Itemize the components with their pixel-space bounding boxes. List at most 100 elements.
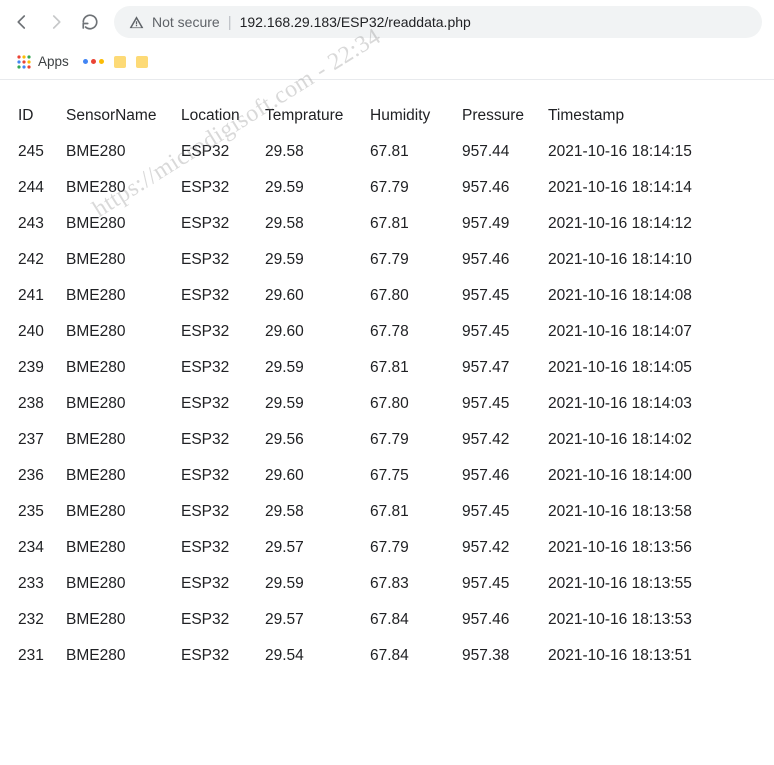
reload-button[interactable] (80, 12, 100, 32)
header-temperature: Temprature (265, 98, 370, 134)
cell-temperature: 29.54 (265, 638, 370, 674)
cell-pressure: 957.45 (462, 278, 548, 314)
cell-sensorname: BME280 (66, 602, 181, 638)
cell-temperature: 29.59 (265, 566, 370, 602)
table-row: 239BME280ESP3229.5967.81957.472021-10-16… (18, 350, 756, 386)
cell-sensorname: BME280 (66, 530, 181, 566)
cell-sensorname: BME280 (66, 638, 181, 674)
cell-sensorname: BME280 (66, 278, 181, 314)
cell-timestamp: 2021-10-16 18:14:08 (548, 278, 756, 314)
table-row: 242BME280ESP3229.5967.79957.462021-10-16… (18, 242, 756, 278)
cell-temperature: 29.57 (265, 602, 370, 638)
cell-sensorname: BME280 (66, 494, 181, 530)
cell-sensorname: BME280 (66, 458, 181, 494)
table-row: 236BME280ESP3229.6067.75957.462021-10-16… (18, 458, 756, 494)
header-location: Location (181, 98, 265, 134)
cell-sensorname: BME280 (66, 386, 181, 422)
cell-location: ESP32 (181, 242, 265, 278)
address-bar[interactable]: Not secure | 192.168.29.183/ESP32/readda… (114, 6, 762, 38)
cell-temperature: 29.60 (265, 278, 370, 314)
cell-temperature: 29.59 (265, 350, 370, 386)
cell-pressure: 957.45 (462, 314, 548, 350)
cell-temperature: 29.58 (265, 494, 370, 530)
back-button[interactable] (12, 12, 32, 32)
cell-humidity: 67.84 (370, 602, 462, 638)
cell-timestamp: 2021-10-16 18:14:14 (548, 170, 756, 206)
cell-temperature: 29.59 (265, 386, 370, 422)
apps-button[interactable]: Apps (12, 52, 73, 72)
cell-sensorname: BME280 (66, 566, 181, 602)
url-text: 192.168.29.183/ESP32/readdata.php (240, 14, 471, 30)
cell-humidity: 67.79 (370, 242, 462, 278)
table-row: 241BME280ESP3229.6067.80957.452021-10-16… (18, 278, 756, 314)
browser-toolbar: Not secure | 192.168.29.183/ESP32/readda… (0, 0, 774, 44)
cell-id: 238 (18, 386, 66, 422)
cell-location: ESP32 (181, 566, 265, 602)
dot-icon (91, 59, 96, 64)
cell-location: ESP32 (181, 458, 265, 494)
folder-icon (114, 56, 126, 68)
cell-timestamp: 2021-10-16 18:13:56 (548, 530, 756, 566)
cell-sensorname: BME280 (66, 206, 181, 242)
cell-humidity: 67.81 (370, 206, 462, 242)
cell-humidity: 67.80 (370, 386, 462, 422)
cell-id: 237 (18, 422, 66, 458)
cell-location: ESP32 (181, 170, 265, 206)
cell-temperature: 29.58 (265, 206, 370, 242)
dot-icon (99, 59, 104, 64)
header-sensorname: SensorName (66, 98, 181, 134)
cell-sensorname: BME280 (66, 422, 181, 458)
table-row: 231BME280ESP3229.5467.84957.382021-10-16… (18, 638, 756, 674)
not-secure-icon (128, 14, 144, 30)
cell-timestamp: 2021-10-16 18:14:00 (548, 458, 756, 494)
table-header-row: ID SensorName Location Temprature Humidi… (18, 98, 756, 134)
cell-id: 240 (18, 314, 66, 350)
sensor-data-table: ID SensorName Location Temprature Humidi… (18, 98, 756, 674)
folder-icon (136, 56, 148, 68)
cell-timestamp: 2021-10-16 18:14:02 (548, 422, 756, 458)
cell-location: ESP32 (181, 350, 265, 386)
cell-pressure: 957.38 (462, 638, 548, 674)
cell-location: ESP32 (181, 494, 265, 530)
cell-pressure: 957.46 (462, 602, 548, 638)
cell-humidity: 67.84 (370, 638, 462, 674)
cell-temperature: 29.59 (265, 170, 370, 206)
cell-location: ESP32 (181, 602, 265, 638)
bookmarks-bar: Apps (0, 44, 774, 80)
cell-sensorname: BME280 (66, 350, 181, 386)
bookmark-item-placeholder[interactable] (83, 59, 104, 64)
cell-humidity: 67.79 (370, 170, 462, 206)
cell-location: ESP32 (181, 386, 265, 422)
cell-timestamp: 2021-10-16 18:14:12 (548, 206, 756, 242)
table-body: 245BME280ESP3229.5867.81957.442021-10-16… (18, 134, 756, 674)
cell-humidity: 67.81 (370, 134, 462, 170)
cell-pressure: 957.49 (462, 206, 548, 242)
cell-timestamp: 2021-10-16 18:14:10 (548, 242, 756, 278)
bookmark-folder-1[interactable] (114, 56, 126, 68)
cell-temperature: 29.58 (265, 134, 370, 170)
cell-id: 239 (18, 350, 66, 386)
cell-id: 232 (18, 602, 66, 638)
cell-id: 242 (18, 242, 66, 278)
cell-location: ESP32 (181, 134, 265, 170)
cell-timestamp: 2021-10-16 18:14:15 (548, 134, 756, 170)
cell-timestamp: 2021-10-16 18:14:05 (548, 350, 756, 386)
cell-humidity: 67.79 (370, 530, 462, 566)
cell-humidity: 67.81 (370, 494, 462, 530)
page-content: https://microdigisoft.com - 22:34 ID Sen… (0, 80, 774, 692)
cell-pressure: 957.46 (462, 170, 548, 206)
cell-pressure: 957.42 (462, 422, 548, 458)
bookmark-folder-2[interactable] (136, 56, 148, 68)
cell-id: 245 (18, 134, 66, 170)
table-row: 244BME280ESP3229.5967.79957.462021-10-16… (18, 170, 756, 206)
cell-id: 241 (18, 278, 66, 314)
cell-location: ESP32 (181, 278, 265, 314)
forward-button[interactable] (46, 12, 66, 32)
cell-pressure: 957.45 (462, 494, 548, 530)
cell-pressure: 957.47 (462, 350, 548, 386)
cell-humidity: 67.80 (370, 278, 462, 314)
table-row: 245BME280ESP3229.5867.81957.442021-10-16… (18, 134, 756, 170)
cell-sensorname: BME280 (66, 170, 181, 206)
cell-humidity: 67.83 (370, 566, 462, 602)
cell-timestamp: 2021-10-16 18:13:53 (548, 602, 756, 638)
